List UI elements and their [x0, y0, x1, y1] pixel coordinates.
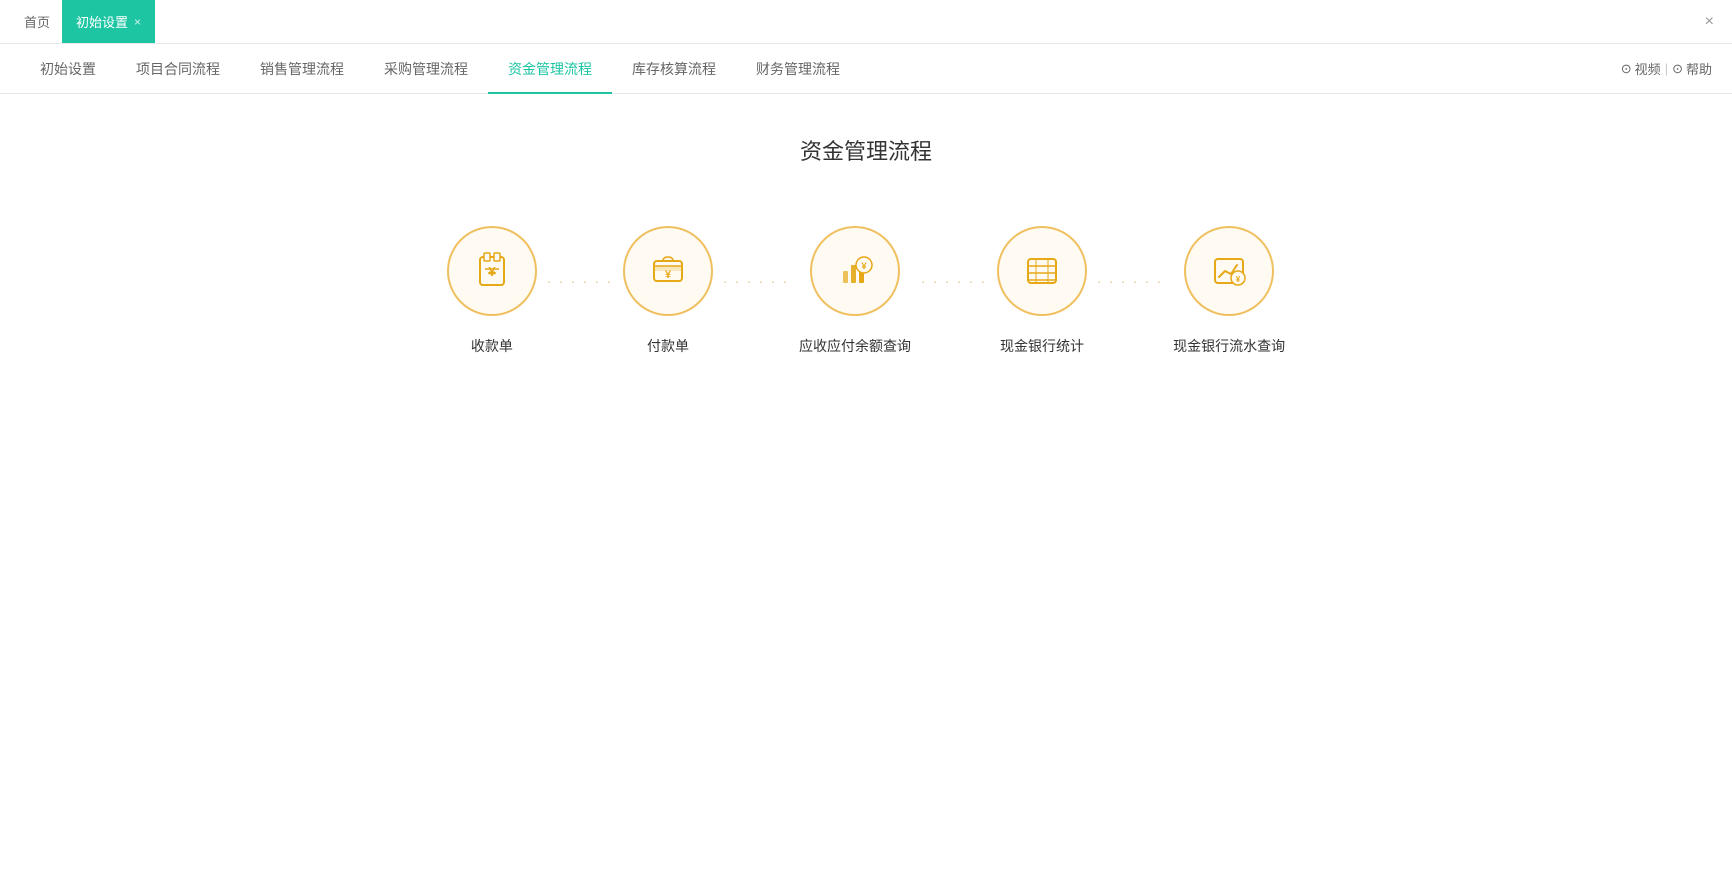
nav-bar: 初始设置 项目合同流程 销售管理流程 采购管理流程 资金管理流程 库存核算流程 … — [0, 44, 1732, 94]
nav-item-sales-management[interactable]: 销售管理流程 — [240, 44, 364, 94]
help-link[interactable]: ⊙ 帮助 — [1672, 59, 1712, 78]
nav-item-inventory-accounting[interactable]: 库存核算流程 — [612, 44, 736, 94]
flow-row: ¥ 收款单 · · · · · · ¥ 付款单 — [60, 226, 1672, 356]
active-tab-label: 初始设置 — [76, 12, 128, 31]
cash-flow-icon-circle[interactable]: ¥ — [1184, 226, 1274, 316]
svg-text:¥: ¥ — [665, 269, 672, 281]
flow-connector-3: · · · · · · — [921, 274, 987, 289]
nav-item-financial-management[interactable]: 财务管理流程 — [736, 44, 860, 94]
home-link[interactable]: 首页 — [12, 12, 62, 31]
svg-text:¥: ¥ — [861, 261, 866, 271]
payment-icon: ¥ — [646, 249, 690, 293]
nav-item-initial-setup[interactable]: 初始设置 — [20, 44, 116, 94]
flow-connector-4: · · · · · · — [1097, 274, 1163, 289]
nav-item-funds-management[interactable]: 资金管理流程 — [488, 44, 612, 94]
svg-text:¥: ¥ — [1236, 275, 1241, 284]
nav-right: ⊙ 视频 | ⊙ 帮助 — [1621, 59, 1712, 78]
flow-item-cash-flow-query[interactable]: ¥ 现金银行流水查询 — [1173, 226, 1285, 356]
nav-separator: | — [1665, 61, 1668, 76]
receipt-icon: ¥ — [470, 249, 514, 293]
active-tab[interactable]: 初始设置 × — [62, 0, 155, 43]
top-bar: 首页 初始设置 × × — [0, 0, 1732, 44]
bank-stats-icon-circle[interactable] — [997, 226, 1087, 316]
flow-item-balance-query[interactable]: ¥ 应收应付余额查询 — [799, 226, 911, 356]
top-bar-right: × — [1699, 13, 1720, 31]
receipt-label: 收款单 — [471, 336, 513, 356]
flow-item-receipt[interactable]: ¥ 收款单 — [447, 226, 537, 356]
video-link[interactable]: ⊙ 视频 — [1621, 59, 1661, 78]
cash-flow-icon: ¥ — [1207, 249, 1251, 293]
receipt-icon-circle[interactable]: ¥ — [447, 226, 537, 316]
balance-icon: ¥ — [833, 249, 877, 293]
nav-item-project-contract[interactable]: 项目合同流程 — [116, 44, 240, 94]
flow-connector-1: · · · · · · — [547, 274, 613, 289]
svg-text:¥: ¥ — [488, 264, 496, 279]
help-label: 帮助 — [1686, 59, 1712, 78]
balance-query-label: 应收应付余额查询 — [799, 336, 911, 356]
balance-icon-circle[interactable]: ¥ — [810, 226, 900, 316]
bank-stats-icon — [1020, 249, 1064, 293]
flow-item-payment[interactable]: ¥ 付款单 — [623, 226, 713, 356]
tab-close-icon[interactable]: × — [134, 15, 141, 29]
cash-flow-query-label: 现金银行流水查询 — [1173, 336, 1285, 356]
window-close-button[interactable]: × — [1699, 13, 1720, 31]
payment-icon-circle[interactable]: ¥ — [623, 226, 713, 316]
flow-connector-2: · · · · · · — [723, 274, 789, 289]
page-title: 资金管理流程 — [60, 134, 1672, 166]
flow-item-cash-bank-stats[interactable]: 现金银行统计 — [997, 226, 1087, 356]
cash-bank-stats-label: 现金银行统计 — [1000, 336, 1084, 356]
help-circle-icon: ⊙ — [1672, 61, 1683, 77]
main-content: 资金管理流程 ¥ 收款单 · · · · · · — [0, 94, 1732, 885]
video-label: 视频 — [1635, 59, 1661, 78]
payment-label: 付款单 — [647, 336, 689, 356]
nav-item-purchase-management[interactable]: 采购管理流程 — [364, 44, 488, 94]
video-circle-icon: ⊙ — [1621, 61, 1632, 77]
